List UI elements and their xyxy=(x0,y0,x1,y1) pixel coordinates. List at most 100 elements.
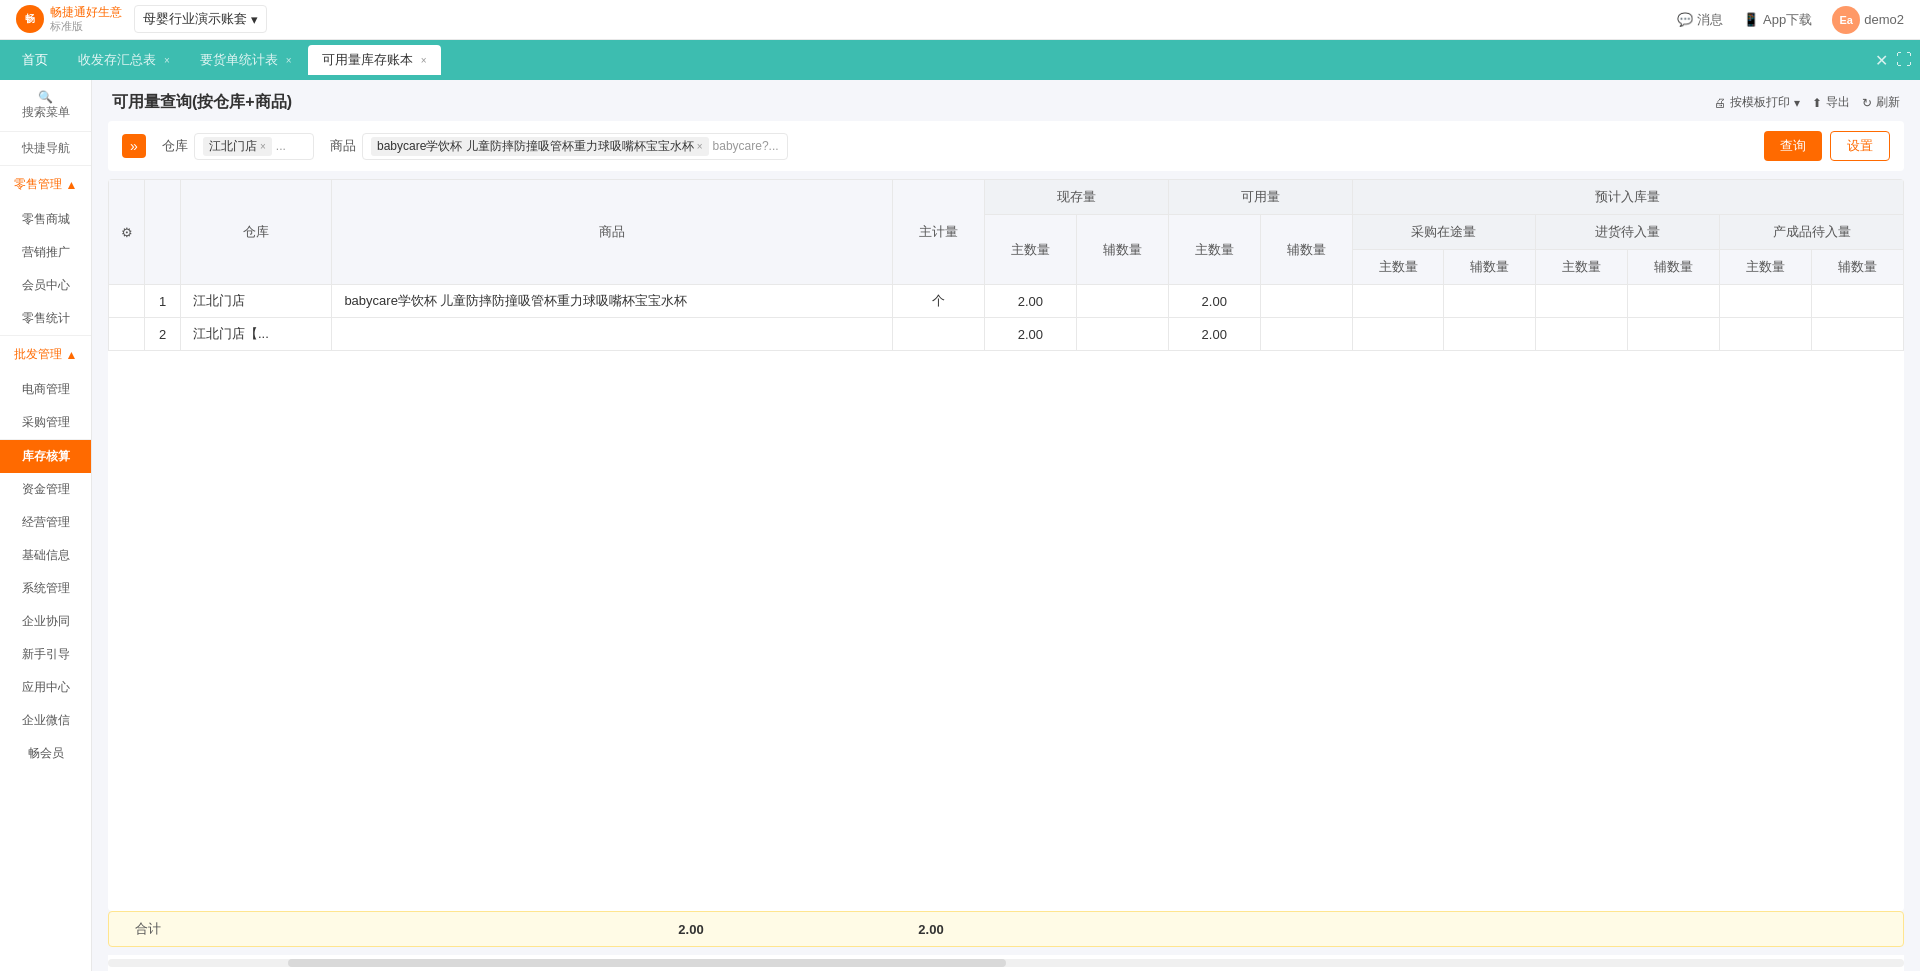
table-container: ⚙ 仓库 商品 主计量 现存量 xyxy=(108,179,1904,911)
th-avail-aux: 辅数量 xyxy=(1260,215,1352,285)
product-tag-close[interactable]: × xyxy=(697,141,703,152)
tab-yaohuo[interactable]: 要货单统计表 × xyxy=(186,45,306,75)
sidebar-item-finance[interactable]: 资金管理 xyxy=(0,473,91,506)
home-label: 首页 xyxy=(22,51,48,69)
chevron-wholesale-icon: ▲ xyxy=(66,348,78,362)
sidebar: 🔍 搜索菜单 快捷导航 零售管理 ▲ 零售商城 营销推广 会员中心 零售统计 批… xyxy=(0,80,92,971)
cell-goods-aux-0 xyxy=(1628,285,1720,318)
scroll-thumb[interactable] xyxy=(288,959,1006,967)
main-content: 可用量查询(按仓库+商品) 🖨 按模板打印 ▾ ⬆ 导出 ↻ 刷新 xyxy=(92,80,1920,971)
th-purchase-in-main: 主数量 xyxy=(1352,250,1444,285)
sidebar-wholesale-toggle[interactable]: 批发管理 ▲ xyxy=(0,336,91,373)
sidebar-item-newbie[interactable]: 新手引导 xyxy=(0,638,91,671)
cell-goods-main-0 xyxy=(1536,285,1628,318)
horizontal-scrollbar[interactable] xyxy=(108,959,1904,967)
product-tag: babycare学饮杯 儿童防摔防撞吸管杯重力球吸嘴杯宝宝水杯 × xyxy=(371,137,709,156)
sidebar-item-basic-info[interactable]: 基础信息 xyxy=(0,539,91,572)
page-title: 可用量查询(按仓库+商品) xyxy=(112,92,292,113)
warehouse-tag: 江北门店 × xyxy=(203,137,272,156)
sidebar-item-collab[interactable]: 企业协同 xyxy=(0,605,91,638)
user-profile[interactable]: Ea demo2 xyxy=(1832,6,1904,34)
sidebar-item-ecommerce[interactable]: 电商管理 xyxy=(0,373,91,406)
cell-stock-main-1: 2.00 xyxy=(985,318,1077,351)
sidebar-section-retail: 零售管理 ▲ 零售商城 营销推广 会员中心 零售统计 xyxy=(0,166,91,336)
app-download-button[interactable]: 📱 App下载 xyxy=(1743,11,1812,29)
th-stock-aux: 辅数量 xyxy=(1076,215,1168,285)
cell-unit-0: 个 xyxy=(893,285,985,318)
export-button[interactable]: ⬆ 导出 xyxy=(1812,94,1850,111)
top-bar: 畅 畅捷通好生意 标准版 母婴行业演示账套 ▾ 💬 消息 📱 App下载 Ea … xyxy=(0,0,1920,40)
sidebar-quick-nav[interactable]: 快捷导航 xyxy=(0,132,91,166)
tab-keyong[interactable]: 可用量库存账本 × xyxy=(308,45,441,75)
export-icon: ⬆ xyxy=(1812,96,1822,110)
warehouse-tag-close[interactable]: × xyxy=(260,141,266,152)
industry-selector[interactable]: 母婴行业演示账套 ▾ xyxy=(134,5,267,33)
top-bar-right: 💬 消息 📱 App下载 Ea demo2 xyxy=(1677,6,1904,34)
warehouse-tag-container[interactable]: 江北门店 × ... xyxy=(194,133,314,160)
tab-home[interactable]: 首页 xyxy=(8,45,62,75)
sidebar-item-marketing[interactable]: 营销推广 xyxy=(0,236,91,269)
brand-name: 畅捷通好生意 xyxy=(50,5,122,19)
sidebar-item-operations[interactable]: 经营管理 xyxy=(0,506,91,539)
summary-avail-main: 2.00 xyxy=(871,922,991,937)
settings-button[interactable]: 设置 xyxy=(1830,131,1890,161)
page-actions: 🖨 按模板打印 ▾ ⬆ 导出 ↻ 刷新 xyxy=(1714,94,1900,111)
refresh-icon: ↻ xyxy=(1862,96,1872,110)
product-label: 商品 xyxy=(330,137,356,155)
expand-icon: » xyxy=(130,138,138,154)
sidebar-item-retail-mall[interactable]: 零售商城 xyxy=(0,203,91,236)
cell-avail-main-1: 2.00 xyxy=(1168,318,1260,351)
tab-shoufacun[interactable]: 收发存汇总表 × xyxy=(64,45,184,75)
sidebar-item-app-center[interactable]: 应用中心 xyxy=(0,671,91,704)
sidebar-item-purchase[interactable]: 采购管理 xyxy=(0,406,91,439)
cell-avail-aux-0 xyxy=(1260,285,1352,318)
th-settings[interactable]: ⚙ xyxy=(109,180,145,285)
sidebar-section-wholesale: 批发管理 ▲ 电商管理 采购管理 xyxy=(0,336,91,440)
data-table: ⚙ 仓库 商品 主计量 现存量 xyxy=(108,179,1904,351)
sidebar-retail-toggle[interactable]: 零售管理 ▲ xyxy=(0,166,91,203)
th-main-unit: 主计量 xyxy=(893,180,985,285)
filter-expand-button[interactable]: » xyxy=(122,134,146,158)
fullscreen-icon[interactable]: ⛶ xyxy=(1896,51,1912,70)
cell-product-0: babycare学饮杯 儿童防摔防撞吸管杯重力球吸嘴杯宝宝水杯 xyxy=(332,285,893,318)
sidebar-item-members[interactable]: 会员中心 xyxy=(0,269,91,302)
tab-yaohuo-label: 要货单统计表 xyxy=(200,51,278,69)
tab-shoufacun-close[interactable]: × xyxy=(164,55,170,66)
sidebar-item-vip[interactable]: 畅会员 xyxy=(0,737,91,770)
search-icon: 🔍 xyxy=(38,90,53,104)
sidebar-item-system[interactable]: 系统管理 xyxy=(0,572,91,605)
product-tag-container[interactable]: babycare学饮杯 儿童防摔防撞吸管杯重力球吸嘴杯宝宝水杯 × babyca… xyxy=(362,133,788,160)
message-label: 消息 xyxy=(1697,11,1723,29)
nav-tabs: 首页 收发存汇总表 × 要货单统计表 × 可用量库存账本 × ✕ ⛶ xyxy=(0,40,1920,80)
sidebar-item-wechat[interactable]: 企业微信 xyxy=(0,704,91,737)
refresh-label: 刷新 xyxy=(1876,94,1900,111)
warehouse-tag-text: 江北门店 xyxy=(209,138,257,155)
tab-yaohuo-close[interactable]: × xyxy=(286,55,292,66)
th-production-pending: 产成品待入量 xyxy=(1720,215,1904,250)
sidebar-retail-label: 零售管理 xyxy=(14,176,62,193)
message-button[interactable]: 💬 消息 xyxy=(1677,11,1723,29)
product-more: babycare?... xyxy=(713,139,779,153)
warehouse-label: 仓库 xyxy=(162,137,188,155)
cell-stock-aux-0 xyxy=(1076,285,1168,318)
query-button[interactable]: 查询 xyxy=(1764,131,1822,161)
sidebar-item-retail-stats[interactable]: 零售统计 xyxy=(0,302,91,335)
brand-logo: 畅 xyxy=(16,5,44,33)
cell-prod-main-1 xyxy=(1720,318,1812,351)
chevron-down-icon: ▾ xyxy=(251,12,258,27)
th-current-stock: 现存量 xyxy=(985,180,1169,215)
sidebar-item-inventory[interactable]: 库存核算 xyxy=(0,440,91,473)
layout: 🔍 搜索菜单 快捷导航 零售管理 ▲ 零售商城 营销推广 会员中心 零售统计 批… xyxy=(0,80,1920,971)
close-window-icon[interactable]: ✕ xyxy=(1875,51,1888,70)
th-purchase-in-aux: 辅数量 xyxy=(1444,250,1536,285)
cell-purchase-aux-1 xyxy=(1444,318,1536,351)
refresh-button[interactable]: ↻ 刷新 xyxy=(1862,94,1900,111)
tab-keyong-close[interactable]: × xyxy=(421,55,427,66)
cell-goods-main-1 xyxy=(1536,318,1628,351)
page-header: 可用量查询(按仓库+商品) 🖨 按模板打印 ▾ ⬆ 导出 ↻ 刷新 xyxy=(92,80,1920,121)
print-template-button[interactable]: 🖨 按模板打印 ▾ xyxy=(1714,94,1800,111)
sidebar-search[interactable]: 🔍 搜索菜单 xyxy=(0,80,91,132)
brand: 畅 畅捷通好生意 标准版 xyxy=(16,5,122,34)
app-icon: 📱 xyxy=(1743,12,1759,27)
sidebar-search-label: 搜索菜单 xyxy=(8,104,83,121)
